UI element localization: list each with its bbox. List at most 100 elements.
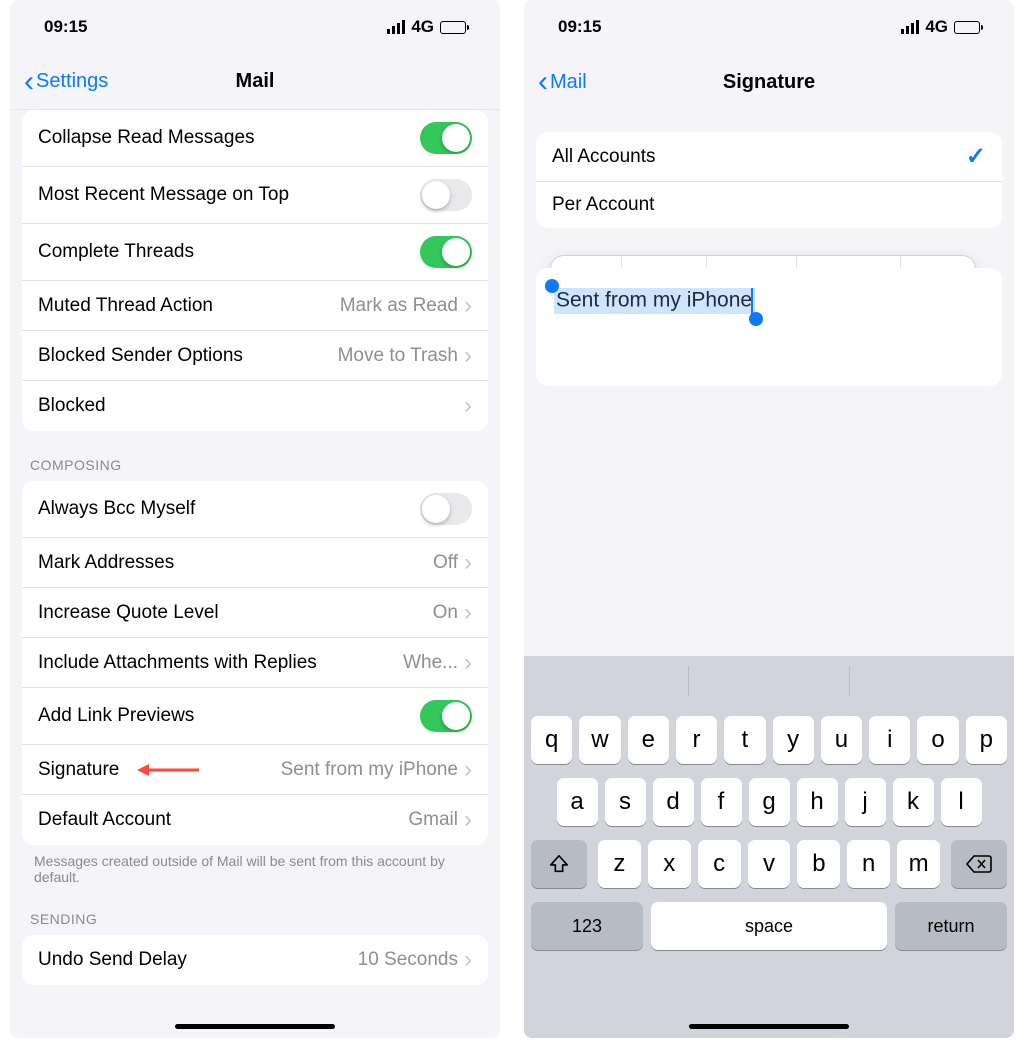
- row-add-link-previews[interactable]: Add Link Previews: [22, 688, 488, 745]
- selection-handle-end-icon[interactable]: [749, 312, 763, 326]
- callout-arrow-icon: [137, 762, 201, 778]
- key-p[interactable]: p: [966, 716, 1007, 764]
- page-title: Signature: [524, 71, 1014, 94]
- battery-icon: [440, 21, 466, 34]
- battery-icon: [954, 21, 980, 34]
- key-a[interactable]: a: [557, 778, 598, 826]
- phone-signature-editor: 09:15 4G ‹ Mail Signature All Accounts ✓…: [524, 0, 1014, 1038]
- key-x[interactable]: x: [648, 840, 691, 888]
- row-always-bcc[interactable]: Always Bcc Myself: [22, 481, 488, 538]
- chevron-left-icon: ‹: [24, 67, 34, 97]
- shift-icon: [548, 853, 570, 875]
- signature-text-input[interactable]: Sent from my iPhone: [536, 268, 1002, 386]
- selected-signature-text[interactable]: Sent from my iPhone: [554, 288, 755, 314]
- section-composing-label: COMPOSING: [30, 457, 480, 473]
- toggle-recent-top[interactable]: [420, 179, 472, 211]
- chevron-right-icon: ›: [464, 758, 472, 782]
- value-blocked-sender: Move to Trash: [338, 345, 458, 367]
- row-blocked[interactable]: Blocked ›: [22, 381, 488, 431]
- key-d[interactable]: d: [653, 778, 694, 826]
- row-default-account[interactable]: Default Account Gmail ›: [22, 795, 488, 845]
- key-h[interactable]: h: [797, 778, 838, 826]
- row-per-account[interactable]: Per Account: [536, 182, 1002, 228]
- settings-content: Collapse Read Messages Most Recent Messa…: [10, 110, 500, 1038]
- row-increase-quote[interactable]: Increase Quote Level On ›: [22, 588, 488, 638]
- row-signature[interactable]: Signature Sent from my iPhone ›: [22, 745, 488, 795]
- key-m[interactable]: m: [897, 840, 940, 888]
- key-f[interactable]: f: [701, 778, 742, 826]
- key-numbers[interactable]: 123: [531, 902, 643, 950]
- status-time: 09:15: [44, 17, 87, 37]
- back-label: Mail: [550, 71, 587, 94]
- toggle-always-bcc[interactable]: [420, 493, 472, 525]
- key-z[interactable]: z: [598, 840, 641, 888]
- home-indicator[interactable]: [175, 1024, 335, 1029]
- backspace-icon: [966, 854, 992, 874]
- toggle-complete-threads[interactable]: [420, 236, 472, 268]
- key-s[interactable]: s: [605, 778, 646, 826]
- back-button[interactable]: ‹ Mail: [538, 67, 587, 97]
- key-b[interactable]: b: [797, 840, 840, 888]
- row-blocked-sender-options[interactable]: Blocked Sender Options Move to Trash ›: [22, 331, 488, 381]
- key-o[interactable]: o: [917, 716, 958, 764]
- key-e[interactable]: e: [628, 716, 669, 764]
- key-k[interactable]: k: [893, 778, 934, 826]
- chevron-left-icon: ‹: [538, 67, 548, 97]
- back-label: Settings: [36, 70, 108, 93]
- row-muted-action[interactable]: Muted Thread Action Mark as Read ›: [22, 281, 488, 331]
- statusbar: 09:15 4G: [524, 0, 1014, 54]
- key-y[interactable]: y: [773, 716, 814, 764]
- status-right: 4G: [901, 17, 980, 37]
- chevron-right-icon: ›: [464, 601, 472, 625]
- toggle-add-link-previews[interactable]: [420, 700, 472, 732]
- row-all-accounts[interactable]: All Accounts ✓: [536, 132, 1002, 182]
- key-n[interactable]: n: [847, 840, 890, 888]
- key-t[interactable]: t: [724, 716, 765, 764]
- nav-header: ‹ Mail Signature: [524, 54, 1014, 110]
- key-w[interactable]: w: [579, 716, 620, 764]
- key-i[interactable]: i: [869, 716, 910, 764]
- statusbar: 09:15 4G: [10, 0, 500, 54]
- keyboard-row-2: a s d f g h j k l: [531, 778, 1007, 826]
- row-recent-top[interactable]: Most Recent Message on Top: [22, 167, 488, 224]
- key-l[interactable]: l: [941, 778, 982, 826]
- row-complete-threads[interactable]: Complete Threads: [22, 224, 488, 281]
- chevron-right-icon: ›: [464, 948, 472, 972]
- key-return[interactable]: return: [895, 902, 1007, 950]
- chevron-right-icon: ›: [464, 551, 472, 575]
- selection-handle-start-icon[interactable]: [545, 279, 559, 293]
- phone-mail-settings: 09:15 4G ‹ Settings Mail Collapse Read M…: [10, 0, 500, 1038]
- value-muted-action: Mark as Read: [340, 295, 458, 317]
- row-collapse-read[interactable]: Collapse Read Messages: [22, 110, 488, 167]
- back-button[interactable]: ‹ Settings: [24, 67, 108, 97]
- section-sending-label: SENDING: [30, 911, 480, 927]
- keyboard-row-4: 123 space return: [531, 902, 1007, 950]
- key-backspace[interactable]: [951, 840, 1007, 888]
- key-shift[interactable]: [531, 840, 587, 888]
- key-v[interactable]: v: [748, 840, 791, 888]
- row-mark-addresses[interactable]: Mark Addresses Off ›: [22, 538, 488, 588]
- status-network: 4G: [411, 17, 434, 37]
- toggle-collapse-read[interactable]: [420, 122, 472, 154]
- row-undo-send[interactable]: Undo Send Delay 10 Seconds ›: [22, 935, 488, 985]
- group-threading: Collapse Read Messages Most Recent Messa…: [22, 110, 488, 431]
- group-sending: Undo Send Delay 10 Seconds ›: [22, 935, 488, 985]
- group-composing: Always Bcc Myself Mark Addresses Off › I…: [22, 481, 488, 845]
- key-g[interactable]: g: [749, 778, 790, 826]
- chevron-right-icon: ›: [464, 808, 472, 832]
- status-time: 09:15: [558, 17, 601, 37]
- chevron-right-icon: ›: [464, 294, 472, 318]
- status-network: 4G: [925, 17, 948, 37]
- chevron-right-icon: ›: [464, 344, 472, 368]
- key-q[interactable]: q: [531, 716, 572, 764]
- key-space[interactable]: space: [651, 902, 887, 950]
- key-r[interactable]: r: [676, 716, 717, 764]
- row-include-attachments[interactable]: Include Attachments with Replies Whe... …: [22, 638, 488, 688]
- key-j[interactable]: j: [845, 778, 886, 826]
- key-c[interactable]: c: [698, 840, 741, 888]
- signature-content: All Accounts ✓ Per Account Cut Copy Past…: [524, 110, 1014, 656]
- key-u[interactable]: u: [821, 716, 862, 764]
- home-indicator[interactable]: [689, 1024, 849, 1029]
- checkmark-icon: ✓: [966, 142, 986, 171]
- onscreen-keyboard: q w e r t y u i o p a s d f g h j k l: [524, 656, 1014, 1038]
